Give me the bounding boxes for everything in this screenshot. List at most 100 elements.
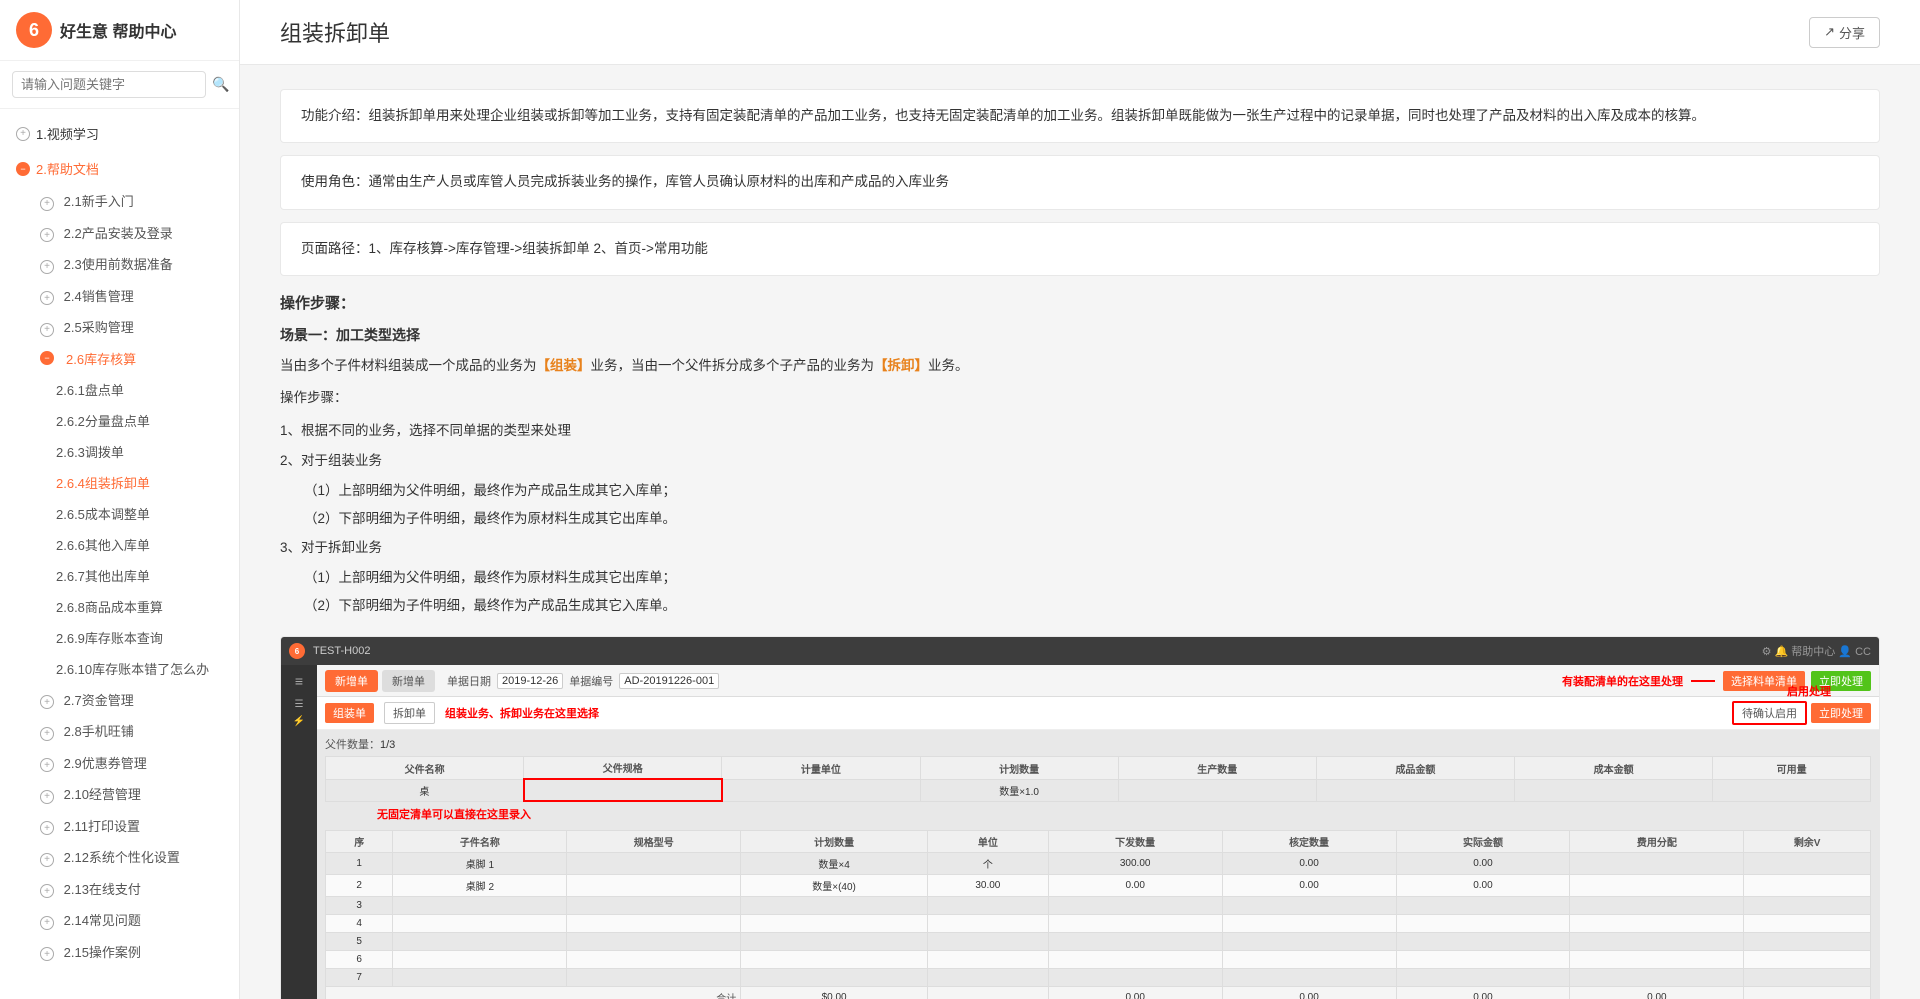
sidebar-item-newcomer[interactable]: + 2.1新手入门 (28, 185, 239, 217)
sim-tab-list[interactable]: 新增单 (382, 670, 435, 692)
sidebar-item-purchase[interactable]: + 2.5采购管理 (28, 311, 239, 343)
sim-nav-icon3: ⚡ (293, 716, 305, 727)
expand-icon-online-pay: + (40, 884, 54, 898)
sidebar-item-help[interactable]: − 2.帮助文档 (0, 152, 239, 185)
sim-tab-new[interactable]: 新增单 (325, 670, 378, 692)
sidebar-item-online-pay[interactable]: + 2.13在线支付 (28, 873, 239, 905)
label-faq: 2.14常见问题 (64, 913, 141, 928)
expand-icon-mobile: + (40, 727, 54, 741)
sim-lth-2: 规格型号 (567, 831, 741, 853)
sim-upper-table-area: 父件数量：1/3 父件名称 父件规格 计量单位 计划数量 生产数量 (317, 730, 1879, 804)
label-print: 2.11打印设置 (64, 819, 140, 834)
sidebar-item-2-6-6[interactable]: 2.6.6其他入库单 (48, 529, 239, 560)
sim-form-header: 单据日期 2019-12-26 单据编号 AD-20191226-001 (447, 673, 719, 689)
expand-icon-system: + (40, 853, 54, 867)
label-purchase: 2.5采购管理 (64, 320, 134, 335)
sim-enable-label: 待确认启用 (1742, 708, 1797, 720)
sidebar-item-cases[interactable]: + 2.15操作案例 (28, 936, 239, 968)
annotation1-label: 有装配清单的在这里处理 (1562, 673, 1683, 689)
sidebar-item-2-6-2[interactable]: 2.6.2分量盘点单 (48, 405, 239, 436)
sim-enable-area: 待确认启用 立即处理 启用处理 (1732, 701, 1871, 725)
sidebar-item-print[interactable]: + 2.11打印设置 (28, 810, 239, 842)
sim-enable-btn[interactable]: 立即处理 (1811, 703, 1871, 723)
expand-icon-help: − (16, 162, 30, 176)
sim-lower-table: 序 子件名称 规格型号 计划数量 单位 下发数量 核定数量 实际金额 (325, 830, 1871, 999)
sidebar-item-2-6-9[interactable]: 2.6.9库存账本查询 (48, 622, 239, 653)
sidebar-item-inventory[interactable]: − 2.6库存核算 (28, 343, 239, 374)
sidebar-item-data-prep[interactable]: + 2.3使用前数据准备 (28, 248, 239, 280)
steps-list: 1、根据不同的业务，选择不同单据的类型来处理 2、对于组装业务 （1）上部明细为… (280, 416, 1880, 620)
expand-icon-install: + (40, 228, 54, 242)
expand-icon-print: + (40, 821, 54, 835)
sim-app: 6 TEST-H002 ⚙ 🔔 帮助中心 👤 CC ≡ ☰ ⚡ (281, 637, 1879, 999)
sidebar-item-2-6-7[interactable]: 2.6.7其他出库单 (48, 560, 239, 591)
sidebar-item-capital[interactable]: + 2.7资金管理 (28, 684, 239, 716)
sim-lower-row3: 3 (326, 897, 1871, 915)
app-title: 好生意 帮助中心 (60, 18, 176, 42)
expand-icon-newcomer: + (40, 197, 54, 211)
label-mobile: 2.8手机旺铺 (64, 724, 134, 739)
screenshot-container: 6 TEST-H002 ⚙ 🔔 帮助中心 👤 CC ≡ ☰ ⚡ (280, 636, 1880, 999)
sidebar-item-2-6-1[interactable]: 2.6.1盘点单 (48, 374, 239, 405)
sidebar-item-coupons[interactable]: + 2.9优惠券管理 (28, 747, 239, 779)
sidebar-item-2-6-10[interactable]: 2.6.10库存账本错了怎么办 (48, 653, 239, 684)
sidebar-section-videos: + 1.视频学习 (0, 117, 239, 150)
role-intro-card: 使用角色：通常由生产人员或库管人员完成拆装业务的操作，库管人员确认原材料的出库和… (280, 155, 1880, 209)
label-online-pay: 2.13在线支付 (64, 882, 141, 897)
sidebar-item-2-6-8[interactable]: 2.6.8商品成本重算 (48, 591, 239, 622)
sim-body: ≡ ☰ ⚡ 新增单 新增单 单据日期 2019-12-26 (281, 665, 1879, 999)
sidebar: 6 好生意 帮助中心 🔍 + 1.视频学习 − 2.帮助文档 + 2.1新手入门 (0, 0, 240, 999)
scene1-title: 场景一：加工类型选择 (280, 325, 1880, 345)
sim-lth-4: 单位 (927, 831, 1048, 853)
search-icon[interactable]: 🔍 (212, 76, 229, 93)
function-intro-card: 功能介绍：组装拆卸单用来处理企业组装或拆卸等加工业务，支持有固定装配清单的产品加… (280, 89, 1880, 143)
search-box[interactable]: 🔍 (0, 61, 239, 109)
expand-icon-sales: + (40, 291, 54, 305)
main-content: 组装拆卸单 ↗ 分享 功能介绍：组装拆卸单用来处理企业组装或拆卸等加工业务，支持… (240, 0, 1920, 999)
sim-th-0: 父件名称 (326, 757, 524, 780)
sidebar-item-sales[interactable]: + 2.4销售管理 (28, 280, 239, 312)
function-intro-text: 功能介绍：组装拆卸单用来处理企业组装或拆卸等加工业务，支持有固定装配清单的产品加… (301, 108, 1705, 123)
sim-th-1: 父件规格 (524, 757, 722, 780)
expand-icon-videos: + (16, 127, 30, 141)
search-input[interactable] (12, 71, 206, 98)
sim-annotation4-area: 无固定清单可以直接在这里录入 (317, 804, 1879, 824)
sidebar-item-2-6-3[interactable]: 2.6.3调拨单 (48, 436, 239, 467)
expand-icon-inventory: − (40, 351, 54, 365)
expand-icon-coupons: + (40, 758, 54, 772)
sidebar-item-install[interactable]: + 2.2产品安装及登录 (28, 217, 239, 249)
sidebar-item-2-6-5[interactable]: 2.6.5成本调整单 (48, 498, 239, 529)
sim-type-btn[interactable]: 组装单 (325, 703, 374, 723)
share-icon: ↗ (1824, 24, 1835, 40)
sidebar-section-help: − 2.帮助文档 + 2.1新手入门 + 2.2产品安装及登录 + 2.3使用前… (0, 152, 239, 967)
sidebar-item-system[interactable]: + 2.12系统个性化设置 (28, 841, 239, 873)
sim-lth-0: 序 (326, 831, 393, 853)
step2: 2、对于组装业务 (280, 446, 1880, 476)
sidebar-item-faq[interactable]: + 2.14常见问题 (28, 904, 239, 936)
sim-lower-row4: 4 (326, 915, 1871, 933)
sim-lth-1: 子件名称 (393, 831, 567, 853)
expand-icon-capital: + (40, 695, 54, 709)
step2-sub1: （1）上部明细为父件明细，最终作为产成品生成其它入库单； (304, 477, 1880, 505)
sim-type-btn2[interactable]: 拆卸单 (384, 702, 435, 724)
sidebar-item-mobile[interactable]: + 2.8手机旺铺 (28, 715, 239, 747)
sim-topbar-icons: ⚙ 🔔 帮助中心 👤 CC (1762, 643, 1871, 659)
step2-sub2: （2）下部明细为子件明细，最终作为原材料生成其它出库单。 (304, 505, 1880, 533)
annotation1-line (1691, 680, 1715, 682)
sim-lth-5: 下发数量 (1048, 831, 1222, 853)
expand-icon-data-prep: + (40, 260, 54, 274)
sim-left-nav: ≡ ☰ ⚡ (281, 665, 317, 999)
page-path-card: 页面路径：1、库存核算->库存管理->组装拆卸单 2、首页->常用功能 (280, 222, 1880, 276)
page-path-text: 页面路径：1、库存核算->库存管理->组装拆卸单 2、首页->常用功能 (301, 241, 708, 256)
sim-lth-8: 费用分配 (1570, 831, 1744, 853)
sim-lower-row6: 6 (326, 951, 1871, 969)
sidebar-item-2-6-4[interactable]: 2.6.4组装拆卸单 (48, 467, 239, 498)
sim-th-4: 生产数量 (1118, 757, 1316, 780)
sim-main-area: 新增单 新增单 单据日期 2019-12-26 单据编号 AD-20191226… (317, 665, 1879, 999)
sidebar-item-ops[interactable]: + 2.10经营管理 (28, 778, 239, 810)
sim-lower-row2: 2 桌脚 2 数量×(40) 30.00 0.00 0.00 0.00 (326, 875, 1871, 897)
step1: 1、根据不同的业务，选择不同单据的类型来处理 (280, 416, 1880, 446)
share-button[interactable]: ↗ 分享 (1809, 17, 1880, 48)
sidebar-item-videos[interactable]: + 1.视频学习 (0, 117, 239, 150)
sim-upper-title: 父件数量：1/3 (325, 736, 1871, 752)
